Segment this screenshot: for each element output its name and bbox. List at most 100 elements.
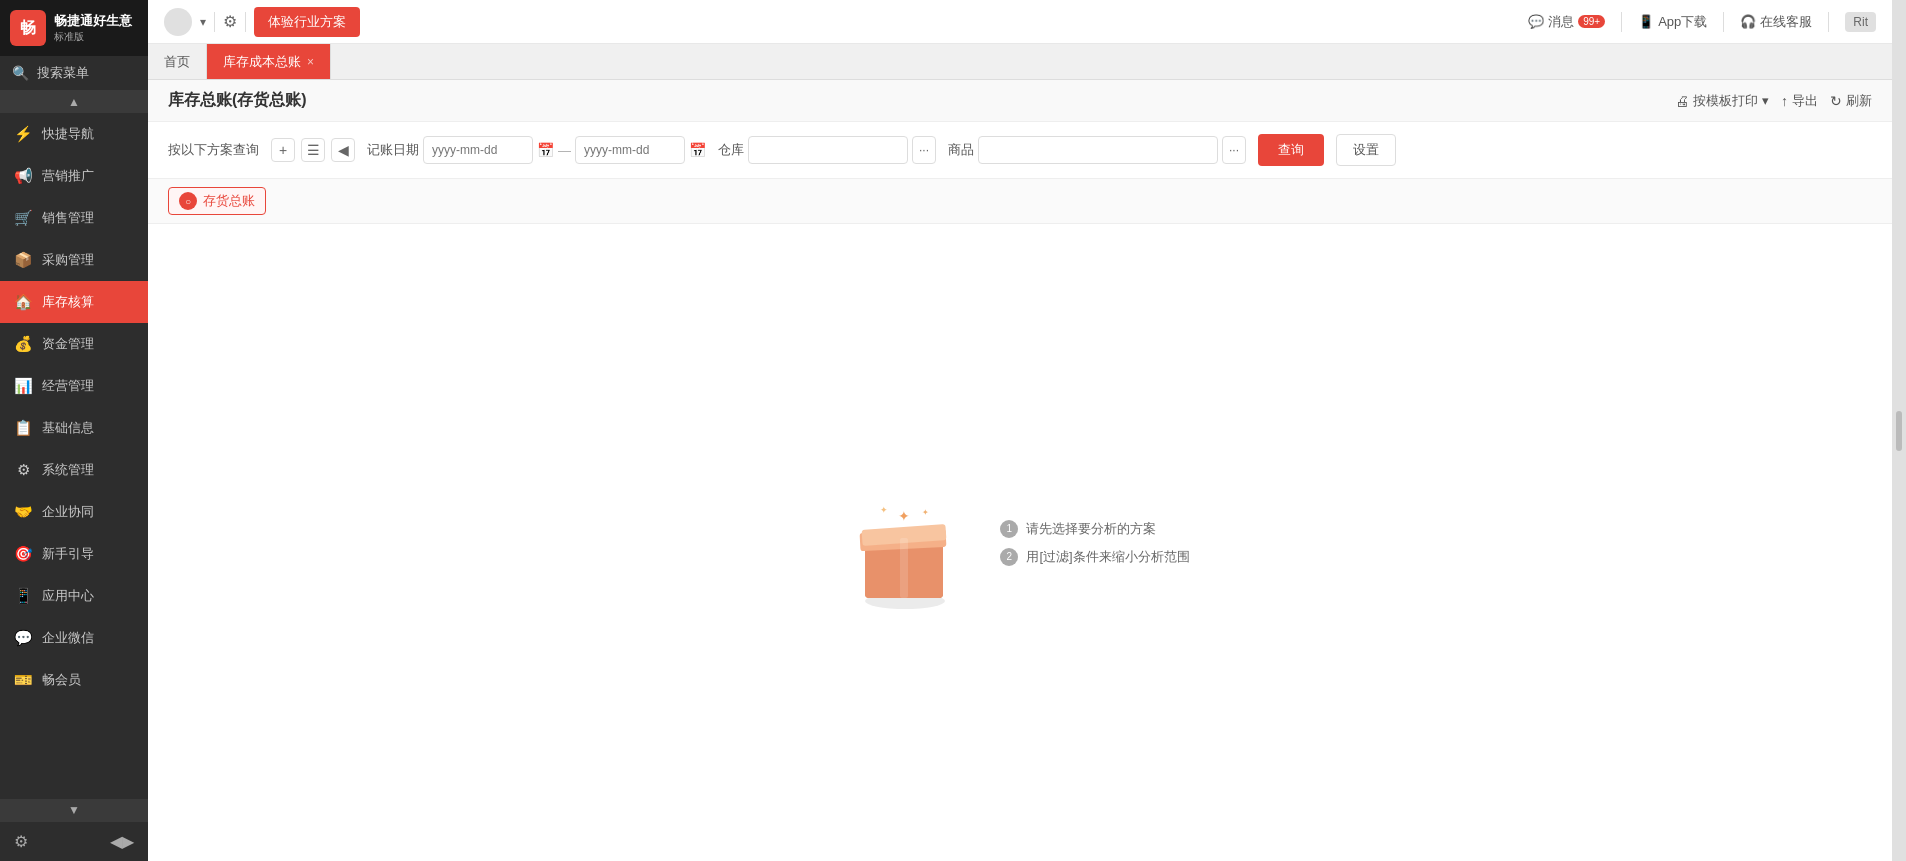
date-end-input[interactable] [575,136,685,164]
goods-more-button[interactable]: ··· [1222,136,1246,164]
sidebar-item-guide[interactable]: 🎯 新手引导 [0,533,148,575]
operations-icon: 📊 [14,377,32,395]
sidebar-item-label: 库存核算 [42,293,94,311]
sidebar-item-operations[interactable]: 📊 经营管理 [0,365,148,407]
app-download-label: App下载 [1658,13,1707,31]
sidebar-item-finance[interactable]: 💰 资金管理 [0,323,148,365]
sub-filter-item[interactable]: ○ 存货总账 [168,187,266,215]
edition-label: 标准版 [54,30,132,43]
user-dropdown-button[interactable]: ▾ [200,15,206,29]
filter-row: 按以下方案查询 + ☰ ◀ 记账日期 📅 — 📅 仓库 [168,134,1872,166]
tip-num-2: 2 [1000,548,1018,566]
tip-item-2: 2 用[过滤]条件来缩小分析范围 [1000,548,1189,566]
sub-filter-icon: ○ [179,192,197,210]
message-icon: 💬 [1528,14,1544,29]
sidebar-item-member[interactable]: 🎫 畅会员 [0,659,148,701]
topbar-gear-icon[interactable]: ⚙ [223,12,237,31]
settings-button[interactable]: 设置 [1336,134,1396,166]
goods-input[interactable] [978,136,1218,164]
print-btn[interactable]: 🖨 按模板打印 ▾ [1675,92,1769,110]
filter-actions: + ☰ ◀ [271,138,355,162]
sidebar: 畅 畅捷通好生意 标准版 🔍 搜索菜单 ▲ ⚡ 快捷导航 📢 营销推广 🛒 销售… [0,0,148,861]
tab-home-label: 首页 [164,53,190,71]
avatar [164,8,192,36]
empty-state: ✦ ✦ ✦ [850,483,1189,603]
warehouse-input[interactable] [748,136,908,164]
empty-box-svg: ✦ ✦ ✦ [850,483,970,613]
member-icon: 🎫 [14,671,32,689]
export-btn[interactable]: ↑ 导出 [1781,92,1818,110]
sidebar-item-inventory[interactable]: 🏠 库存核算 [0,281,148,323]
sidebar-item-label: 新手引导 [42,545,94,563]
filter-menu-button[interactable]: ☰ [301,138,325,162]
goods-label: 商品 [948,141,974,159]
sidebar-footer: ⚙ ◀▶ [0,821,148,861]
sales-icon: 🛒 [14,209,32,227]
tab-close-icon[interactable]: × [307,55,314,69]
sidebar-item-sales[interactable]: 🛒 销售管理 [0,197,148,239]
filter-collapse-button[interactable]: ◀ [331,138,355,162]
sidebar-item-label: 快捷导航 [42,125,94,143]
refresh-btn[interactable]: ↻ 刷新 [1830,92,1872,110]
sidebar-item-label: 销售管理 [42,209,94,227]
filter-label: 按以下方案查询 [168,141,259,159]
date-label: 记账日期 [367,141,419,159]
svg-rect-9 [900,538,908,598]
date-range-group: 记账日期 📅 — 📅 [367,136,706,164]
sidebar-item-wechat[interactable]: 💬 企业微信 [0,617,148,659]
tab-inventory-ledger[interactable]: 库存成本总账 × [207,44,331,79]
export-label: 导出 [1792,92,1818,110]
topbar-divider4 [1723,12,1724,32]
topbar-divider [214,12,215,32]
settings-footer-icon[interactable]: ⚙ [14,832,28,851]
right-edge-handle [1896,411,1902,451]
sub-filter-label: 存货总账 [203,192,255,210]
sidebar-item-app-center[interactable]: 📱 应用中心 [0,575,148,617]
page-area: 库存总账(存货总账) 🖨 按模板打印 ▾ ↑ 导出 ↻ 刷新 [148,80,1892,861]
sidebar-item-system[interactable]: ⚙ 系统管理 [0,449,148,491]
filter-area: 按以下方案查询 + ☰ ◀ 记账日期 📅 — 📅 仓库 [148,122,1892,179]
svg-text:✦: ✦ [880,505,888,515]
date-separator: — [558,143,571,158]
sidebar-item-marketing[interactable]: 📢 营销推广 [0,155,148,197]
right-edge[interactable] [1892,0,1906,861]
phone-icon: 📱 [1638,14,1654,29]
sidebar-item-label: 基础信息 [42,419,94,437]
sidebar-item-basics[interactable]: 📋 基础信息 [0,407,148,449]
warehouse-more-button[interactable]: ··· [912,136,936,164]
sidebar-item-label: 企业微信 [42,629,94,647]
warehouse-group: 仓库 ··· [718,136,936,164]
calendar-start-icon[interactable]: 📅 [537,142,554,158]
guide-icon: 🎯 [14,545,32,563]
print-dropdown-icon: ▾ [1762,93,1769,108]
calendar-end-icon[interactable]: 📅 [689,142,706,158]
app-download-item[interactable]: 📱 App下载 [1638,13,1707,31]
sidebar-search-label: 搜索菜单 [37,64,89,82]
date-start-input[interactable] [423,136,533,164]
finance-icon: 💰 [14,335,32,353]
search-button[interactable]: 查询 [1258,134,1324,166]
page-header-actions: 🖨 按模板打印 ▾ ↑ 导出 ↻ 刷新 [1675,92,1872,110]
tabs-bar: 首页 库存成本总账 × [148,44,1892,80]
tab-home[interactable]: 首页 [148,44,207,79]
app-logo-text: 畅捷通好生意 标准版 [54,13,132,43]
user-name[interactable]: Rit [1845,12,1876,32]
sidebar-scroll-down[interactable]: ▼ [0,799,148,821]
sidebar-item-purchase[interactable]: 📦 采购管理 [0,239,148,281]
warehouse-label: 仓库 [718,141,744,159]
page-header: 库存总账(存货总账) 🖨 按模板打印 ▾ ↑ 导出 ↻ 刷新 [148,80,1892,122]
sidebar-item-quick-nav[interactable]: ⚡ 快捷导航 [0,113,148,155]
app-center-icon: 📱 [14,587,32,605]
message-item[interactable]: 💬 消息 99+ [1528,13,1605,31]
sidebar-item-enterprise[interactable]: 🤝 企业协同 [0,491,148,533]
sidebar-search[interactable]: 🔍 搜索菜单 [0,56,148,91]
search-icon: 🔍 [12,65,29,81]
industry-btn[interactable]: 体验行业方案 [254,7,360,37]
filter-add-button[interactable]: + [271,138,295,162]
sidebar-scroll-up[interactable]: ▲ [0,91,148,113]
collapse-footer-icon[interactable]: ◀▶ [110,832,134,851]
export-icon: ↑ [1781,93,1788,109]
tip-text-1: 请先选择要分析的方案 [1026,520,1156,538]
sidebar-item-label: 企业协同 [42,503,94,521]
online-service-item[interactable]: 🎧 在线客服 [1740,13,1812,31]
